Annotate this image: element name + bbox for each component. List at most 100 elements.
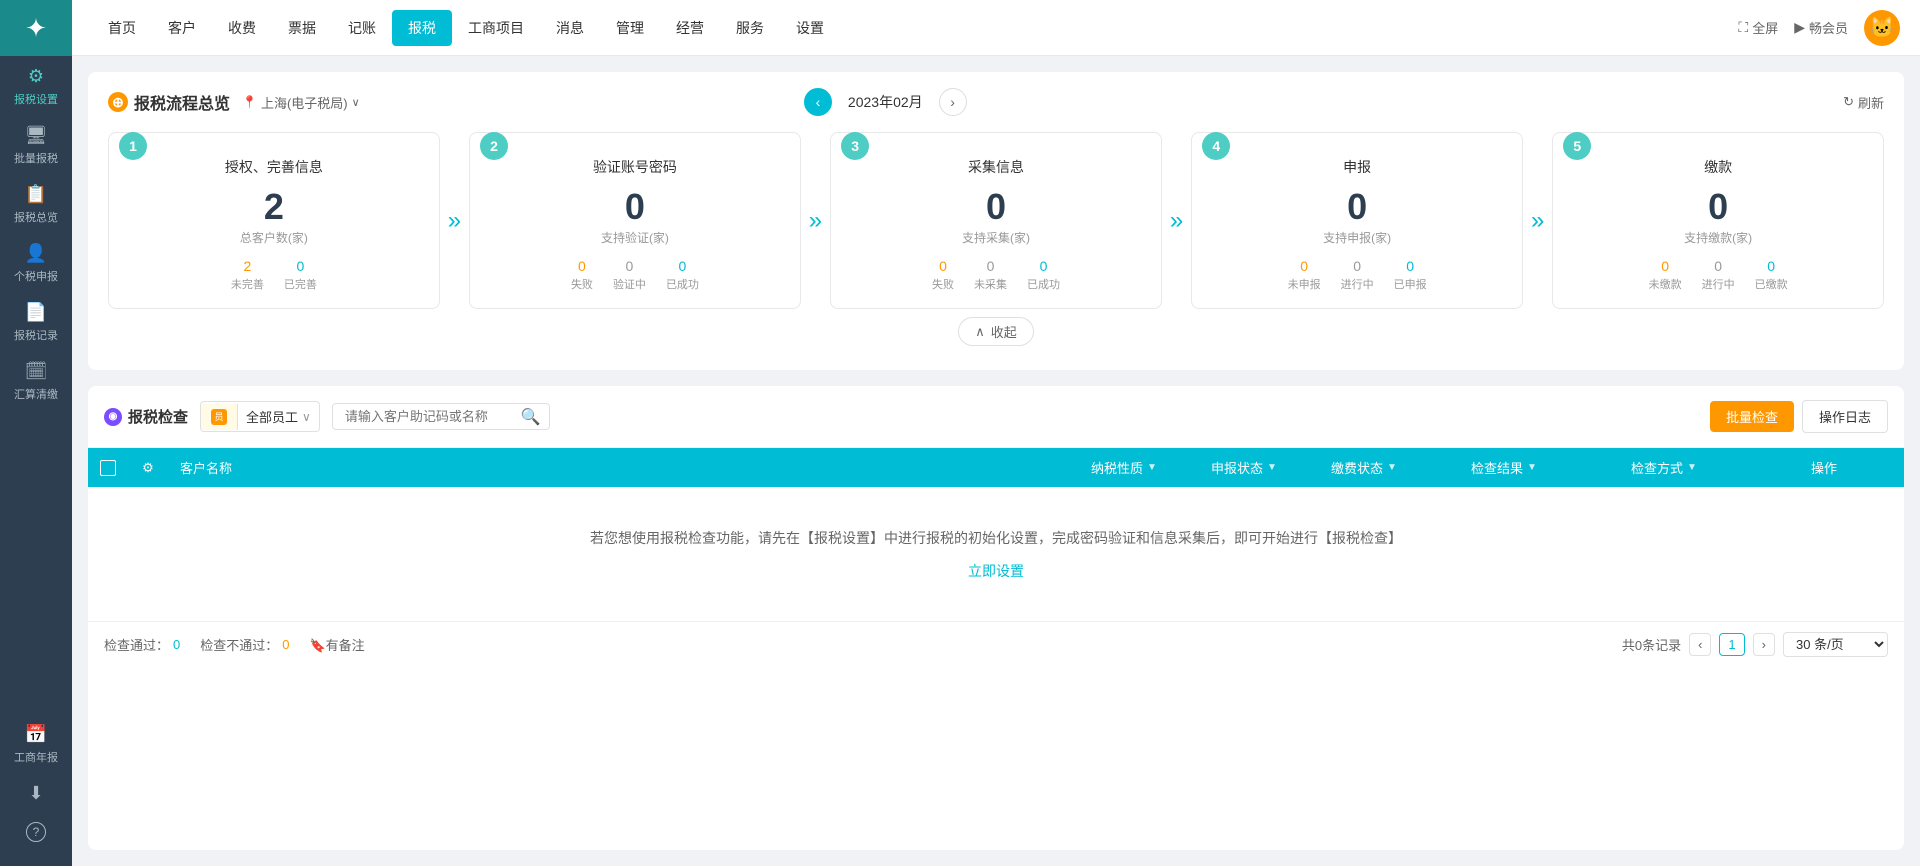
filter-icon-1[interactable]: ▼	[1147, 462, 1157, 473]
prev-month-btn[interactable]: ‹	[804, 88, 832, 116]
filter-icon-4[interactable]: ▼	[1527, 462, 1537, 473]
fail-count[interactable]: 0	[282, 637, 289, 652]
step-4-number: 4	[1202, 132, 1230, 160]
employee-filter-text: 全部员工	[238, 402, 302, 431]
nav-accounting[interactable]: 记账	[332, 0, 392, 56]
tax-overview-icon: 📋	[25, 184, 47, 205]
sidebar-item-download[interactable]: ⬇	[0, 773, 72, 812]
nav-tax[interactable]: 报税	[392, 10, 452, 46]
vip-btn[interactable]: ▶ 畅会员	[1794, 18, 1848, 37]
collapse-btn[interactable]: ∧ 收起	[958, 317, 1034, 346]
check-title-icon: ◉	[104, 408, 122, 426]
sidebar-item-tax-settings[interactable]: ⚙ 报税设置	[0, 56, 72, 115]
footer-right: 共0条记录 ‹ 1 › 30 条/页50 条/页100 条/页	[1622, 632, 1888, 657]
step-3-stats: 0 失败 0 未采集 0 已成功	[847, 258, 1145, 292]
th-check-result: 检查结果 ▼	[1424, 448, 1584, 487]
batch-check-btn[interactable]: 批量检查	[1710, 401, 1794, 432]
step-3-count: 0	[847, 189, 1145, 225]
step-3-stat-1: 0 未采集	[974, 258, 1007, 292]
avatar[interactable]: 🐱	[1864, 10, 1900, 46]
nav-business[interactable]: 工商项目	[452, 0, 540, 56]
next-page-btn[interactable]: ›	[1753, 633, 1775, 656]
nav-fees[interactable]: 收费	[212, 0, 272, 56]
step-4-count: 0	[1208, 189, 1506, 225]
step-2-count: 0	[486, 189, 784, 225]
sidebar-item-help[interactable]: ?	[0, 812, 72, 850]
plus-icon: ⊕	[108, 92, 128, 112]
th-settings: ⚙	[128, 448, 168, 487]
step-5-count: 0	[1569, 189, 1867, 225]
filter-icon-2[interactable]: ▼	[1267, 462, 1277, 473]
step-2-title: 验证账号密码	[486, 157, 784, 177]
sidebar-item-settlement[interactable]: 🗓 汇算清缴	[0, 351, 72, 410]
step-5-card: 5 缴款 0 支持缴款(家) 0 未缴款 0 进行中	[1552, 132, 1884, 309]
collapse-bar: ∧ 收起	[108, 309, 1884, 354]
settings-icon: ⚙	[142, 460, 154, 476]
sidebar-item-tax-record[interactable]: 📄 报税记录	[0, 292, 72, 351]
pass-count[interactable]: 0	[173, 637, 180, 652]
header-checkbox[interactable]	[100, 460, 116, 476]
dropdown-icon: ∨	[352, 96, 360, 109]
settlement-icon: 🗓	[25, 361, 48, 382]
employee-dropdown-icon: ∨	[302, 405, 319, 429]
nav-clients[interactable]: 客户	[152, 0, 212, 56]
filter-icon-5[interactable]: ▼	[1687, 462, 1697, 473]
operation-log-btn[interactable]: 操作日志	[1802, 400, 1888, 433]
search-icon[interactable]: 🔍	[521, 407, 541, 427]
overview-title: ⊕ 报税流程总览	[108, 90, 230, 114]
location-badge[interactable]: 📍 上海(电子税局) ∨	[242, 93, 360, 112]
per-page-select[interactable]: 30 条/页50 条/页100 条/页	[1783, 632, 1888, 657]
nav-management[interactable]: 管理	[600, 0, 660, 56]
arrow-1: »	[440, 132, 469, 309]
step-5-title: 缴款	[1569, 157, 1867, 177]
sidebar-item-tax-overview[interactable]: 📋 报税总览	[0, 174, 72, 233]
step-3-title: 采集信息	[847, 157, 1145, 177]
fullscreen-btn[interactable]: ⛶ 全屏	[1738, 18, 1778, 37]
step-2-stat-2: 0 已成功	[666, 258, 699, 292]
nav-messages[interactable]: 消息	[540, 0, 600, 56]
th-declare-status: 申报状态 ▼	[1184, 448, 1304, 487]
table-header: ⚙ 客户名称 纳税性质 ▼ 申报状态 ▼ 缴费状态 ▼ 检查	[88, 448, 1904, 487]
step-2-card: 2 验证账号密码 0 支持验证(家) 0 失败 0 验证中	[469, 132, 801, 309]
step-4-title: 申报	[1208, 157, 1506, 177]
filter-icon-3[interactable]: ▼	[1387, 462, 1397, 473]
step-2-stats: 0 失败 0 验证中 0 已成功	[486, 258, 784, 292]
nav-home[interactable]: 首页	[92, 0, 152, 56]
setup-link[interactable]: 立即设置	[968, 563, 1024, 579]
step-1-stat-1: 0 已完善	[284, 258, 317, 292]
arrow-2: »	[801, 132, 830, 309]
topnav-right: ⛶ 全屏 ▶ 畅会员 🐱	[1738, 10, 1900, 46]
date-nav: ‹ 2023年02月 ›	[804, 88, 967, 116]
employee-filter[interactable]: 员 全部员工 ∨	[200, 401, 320, 432]
th-operation: 操作	[1744, 448, 1904, 487]
th-client-name: 客户名称	[168, 448, 1064, 487]
th-check-method: 检查方式 ▼	[1584, 448, 1744, 487]
step-5-stat-0: 0 未缴款	[1649, 258, 1682, 292]
check-header-right: 批量检查 操作日志	[1710, 400, 1888, 433]
sidebar-item-batch-tax[interactable]: 🖥 批量报税	[0, 115, 72, 174]
prev-page-btn[interactable]: ‹	[1689, 633, 1711, 656]
nav-invoices[interactable]: 票据	[272, 0, 332, 56]
arrow-4: »	[1523, 132, 1552, 309]
nav-services[interactable]: 服务	[720, 0, 780, 56]
check-header: ◉ 报税检查 员 全部员工 ∨ 🔍 批量检查 操作日志	[88, 386, 1904, 448]
check-footer: 检查通过： 0 检查不通过： 0 🔖有备注 共0条记录 ‹ 1 › 30 条/页…	[88, 621, 1904, 667]
sidebar-item-personal-tax[interactable]: 👤 个税申报	[0, 233, 72, 292]
empty-message: 若您想使用报税检查功能，请先在【报税设置】中进行报税的初始化设置，完成密码验证和…	[128, 527, 1864, 549]
refresh-icon: ↻	[1843, 94, 1854, 110]
topnav: 首页 客户 收费 票据 记账 报税 工商项目 消息 管理 经营 服务 设置 ⛶ …	[72, 0, 1920, 56]
refresh-btn[interactable]: ↻ 刷新	[1843, 93, 1884, 112]
tax-settings-icon: ⚙	[28, 66, 44, 87]
step-3-stat-0: 0 失败	[932, 258, 954, 292]
next-month-btn[interactable]: ›	[939, 88, 967, 116]
annual-report-icon: 📅	[25, 724, 47, 745]
footer-note: 🔖有备注	[310, 635, 365, 654]
nav-operations[interactable]: 经营	[660, 0, 720, 56]
sidebar-item-annual-report[interactable]: 📅 工商年报	[0, 714, 72, 773]
nav-settings[interactable]: 设置	[780, 0, 840, 56]
footer-pass: 检查通过： 0	[104, 635, 180, 654]
search-input[interactable]	[341, 404, 521, 429]
vip-icon: ▶	[1794, 19, 1805, 36]
personal-tax-icon: 👤	[25, 243, 47, 264]
steps-container: 1 授权、完善信息 2 总客户数(家) 2 未完善 0 已完善	[108, 132, 1884, 309]
